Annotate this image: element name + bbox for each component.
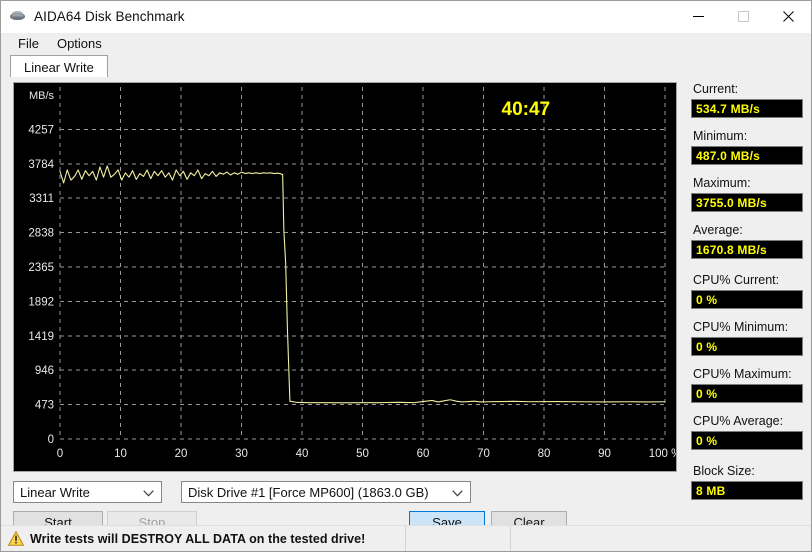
- close-icon[interactable]: [766, 1, 811, 32]
- stat-value-average: 1670.8 MB/s: [696, 242, 767, 257]
- window-buttons: [676, 1, 811, 32]
- stat-box-average: 1670.8 MB/s: [691, 240, 803, 259]
- stat-value-cpu-average: 0 %: [696, 433, 718, 448]
- svg-text:90: 90: [598, 448, 611, 460]
- svg-text:50: 50: [356, 448, 369, 460]
- stat-value-block-size: 8 MB: [696, 483, 726, 498]
- stat-label-average: Average:: [693, 223, 743, 237]
- svg-text:MB/s: MB/s: [29, 90, 55, 102]
- test-type-select[interactable]: Linear Write: [13, 481, 162, 503]
- status-middle-pane: [405, 526, 510, 551]
- tab-strip: Linear Write: [1, 55, 811, 77]
- stat-box-cpu-minimum: 0 %: [691, 337, 803, 356]
- chevron-down-icon: [452, 482, 463, 504]
- svg-text:70: 70: [477, 448, 490, 460]
- stat-label-minimum: Minimum:: [693, 129, 748, 143]
- stat-label-cpu-current: CPU% Current:: [693, 273, 780, 287]
- stat-label-cpu-maximum: CPU% Maximum:: [693, 367, 792, 381]
- stat-value-cpu-minimum: 0 %: [696, 339, 718, 354]
- chart-svg: MB/s 0 473 946 1419 1892 2365 2838 3311 3784 4257 0…: [28, 87, 676, 460]
- drive-select[interactable]: Disk Drive #1 [Force MP600] (1863.0 GB): [181, 481, 471, 503]
- tab-linear-write[interactable]: Linear Write: [10, 55, 108, 77]
- stat-box-current: 534.7 MB/s: [691, 99, 803, 118]
- svg-text:4257: 4257: [28, 124, 54, 136]
- stat-box-cpu-average: 0 %: [691, 431, 803, 450]
- chevron-down-icon: [143, 482, 154, 504]
- svg-text:40: 40: [296, 448, 309, 460]
- stat-value-cpu-current: 0 %: [696, 292, 718, 307]
- minimize-icon[interactable]: [676, 1, 721, 32]
- maximize-icon[interactable]: [721, 1, 766, 32]
- menu-item-file[interactable]: File: [9, 34, 48, 54]
- stat-value-current: 534.7 MB/s: [696, 101, 761, 116]
- status-warning-text: Write tests will DESTROY ALL DATA on the…: [30, 531, 366, 546]
- disk-icon: [9, 8, 27, 26]
- warning-triangle-icon: [8, 531, 24, 546]
- svg-text:0: 0: [48, 434, 54, 446]
- stats-panel: Current: 534.7 MB/s Minimum: 487.0 MB/s …: [691, 82, 803, 511]
- drive-value: Disk Drive #1 [Force MP600] (1863.0 GB): [188, 484, 429, 500]
- benchmark-chart: MB/s 0 473 946 1419 1892 2365 2838 3311 3784 4257 0…: [13, 82, 677, 472]
- stat-label-current: Current:: [693, 82, 739, 96]
- svg-text:3311: 3311: [29, 193, 54, 205]
- stat-box-maximum: 3755.0 MB/s: [691, 193, 803, 212]
- window-title: AIDA64 Disk Benchmark: [34, 9, 185, 24]
- stat-box-minimum: 487.0 MB/s: [691, 146, 803, 165]
- svg-text:1892: 1892: [28, 296, 54, 308]
- menu-item-options[interactable]: Options: [48, 34, 111, 54]
- svg-text:946: 946: [35, 365, 54, 377]
- stat-value-maximum: 3755.0 MB/s: [696, 195, 767, 210]
- stat-box-cpu-current: 0 %: [691, 290, 803, 309]
- stat-box-cpu-maximum: 0 %: [691, 384, 803, 403]
- title-bar: AIDA64 Disk Benchmark: [1, 1, 811, 33]
- control-row: Linear Write Disk Drive #1 [Force MP600]…: [13, 481, 471, 503]
- stat-label-maximum: Maximum:: [693, 176, 751, 190]
- test-type-value: Linear Write: [20, 484, 90, 500]
- menu-bar: File Options: [1, 33, 811, 55]
- svg-text:80: 80: [538, 448, 551, 460]
- stat-label-block-size: Block Size:: [693, 464, 755, 478]
- stat-value-minimum: 487.0 MB/s: [696, 148, 761, 163]
- svg-text:10: 10: [114, 448, 127, 460]
- svg-text:1419: 1419: [28, 331, 54, 343]
- svg-text:20: 20: [175, 448, 188, 460]
- chart-timer: 40:47: [502, 99, 551, 120]
- svg-text:0: 0: [57, 448, 63, 460]
- stat-label-cpu-average: CPU% Average:: [693, 414, 784, 428]
- tab-label: Linear Write: [24, 60, 94, 75]
- stat-value-cpu-maximum: 0 %: [696, 386, 718, 401]
- status-bar: Write tests will DESTROY ALL DATA on the…: [1, 525, 811, 551]
- svg-text:473: 473: [35, 400, 54, 412]
- aida64-disk-benchmark-window: AIDA64 Disk Benchmark File Options Linea…: [0, 0, 812, 552]
- content-area: MB/s 0 473 946 1419 1892 2365 2838 3311 3784 4257 0…: [1, 77, 811, 534]
- stat-box-block-size: 8 MB: [691, 481, 803, 500]
- stat-label-cpu-minimum: CPU% Minimum:: [693, 320, 789, 334]
- svg-text:30: 30: [235, 448, 248, 460]
- svg-text:60: 60: [417, 448, 430, 460]
- svg-text:2838: 2838: [28, 228, 54, 240]
- status-warning-pane: Write tests will DESTROY ALL DATA on the…: [1, 526, 405, 551]
- svg-text:3784: 3784: [28, 159, 54, 171]
- svg-text:2365: 2365: [28, 262, 54, 274]
- status-right-pane: [510, 526, 811, 551]
- svg-text:100 %: 100 %: [649, 448, 676, 460]
